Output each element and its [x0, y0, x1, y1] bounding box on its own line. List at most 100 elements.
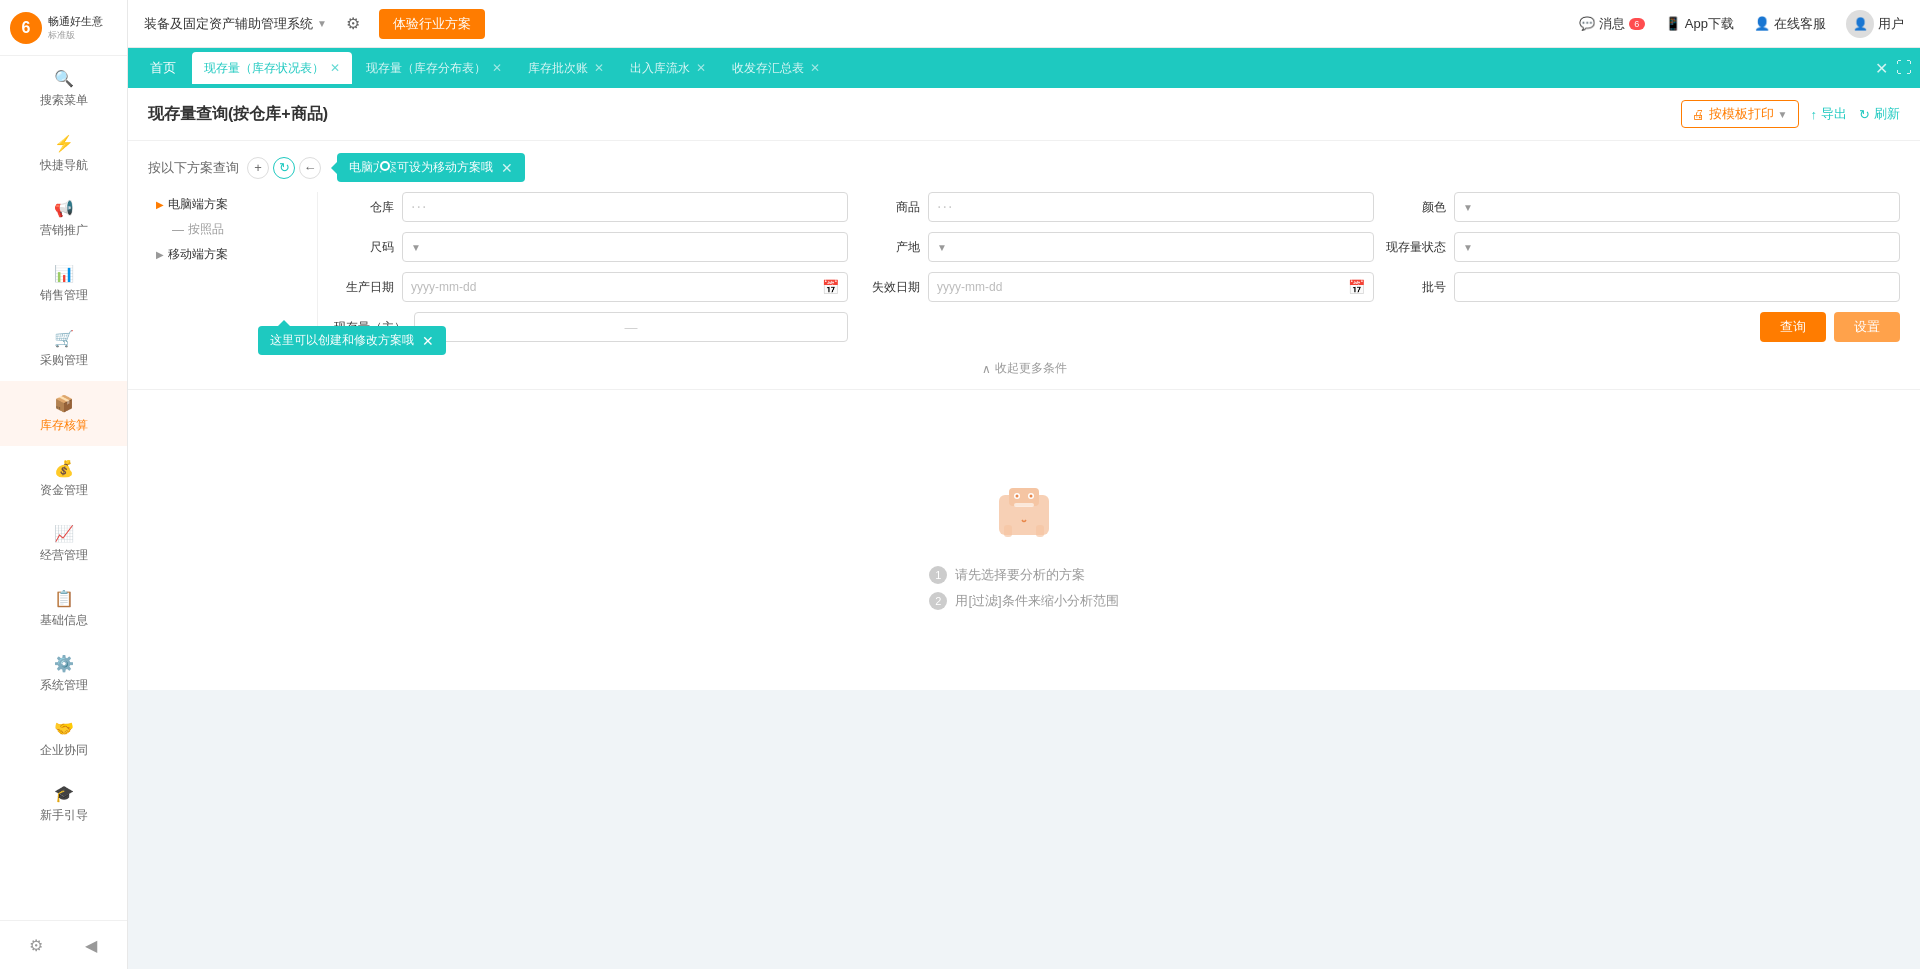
- experience-btn[interactable]: 体验行业方案: [379, 9, 485, 39]
- reset-btn[interactable]: 设置: [1834, 312, 1900, 342]
- sidebar-item-finance[interactable]: 💰 资金管理: [0, 446, 127, 511]
- stock-main-range: —: [414, 312, 848, 342]
- produce-date-input[interactable]: yyyy-mm-dd 📅: [402, 272, 848, 302]
- empty-illustration: [984, 470, 1064, 550]
- message-badge: 6: [1629, 18, 1645, 30]
- sidebar-collapse-icon[interactable]: ◀: [79, 933, 103, 957]
- tab-maximize-icon[interactable]: ✕: [1875, 59, 1888, 78]
- filter-stock-status: 现存量状态 ▼: [1386, 232, 1900, 262]
- user-action[interactable]: 👤 用户: [1846, 10, 1904, 38]
- filter-produce-date: 生产日期 yyyy-mm-dd 📅: [334, 272, 848, 302]
- filter-warehouse: 仓库 ···: [334, 192, 848, 222]
- sidebar-item-marketing[interactable]: 📢 营销推广: [0, 186, 127, 251]
- tab-home[interactable]: 首页: [136, 52, 190, 84]
- guide-icon: 🎓: [54, 783, 74, 803]
- refresh-icon: ↻: [1859, 107, 1870, 122]
- expand-icon: ▶: [156, 199, 164, 210]
- scheme-item-desktop[interactable]: ▶ 电脑端方案: [148, 192, 309, 217]
- management-icon: 📈: [54, 523, 74, 543]
- finance-icon: 💰: [54, 458, 74, 478]
- warehouse-select[interactable]: ···: [402, 192, 848, 222]
- svg-rect-6: [1014, 503, 1034, 507]
- batch-input[interactable]: [1454, 272, 1900, 302]
- origin-select[interactable]: ▼: [928, 232, 1374, 262]
- sidebar-item-system[interactable]: ⚙️ 系统管理: [0, 641, 127, 706]
- size-select[interactable]: ▼: [402, 232, 848, 262]
- filter-batch: 批号: [1386, 272, 1900, 302]
- tab-batch[interactable]: 库存批次账 ✕: [516, 52, 616, 84]
- tooltip2-close-icon[interactable]: ✕: [422, 333, 434, 349]
- main-area: 装备及固定资产辅助管理系统 ▼ ⚙ 体验行业方案 💬 消息 6 📱 App下载 …: [128, 0, 1920, 969]
- sidebar-item-guide[interactable]: 🎓 新手引导: [0, 771, 127, 836]
- expire-date-input[interactable]: yyyy-mm-dd 📅: [928, 272, 1374, 302]
- stock-main-max[interactable]: [642, 320, 840, 334]
- logo-icon: 6: [10, 12, 42, 44]
- sidebar-item-basic[interactable]: 📋 基础信息: [0, 576, 127, 641]
- sub-dash: —: [172, 223, 184, 237]
- purchase-icon: 🛒: [54, 328, 74, 348]
- system-dropdown[interactable]: 装备及固定资产辅助管理系统 ▼: [144, 15, 327, 33]
- filter-row-3: 生产日期 yyyy-mm-dd 📅 失效日期 yyyy-mm-dd: [334, 272, 1900, 302]
- message-action[interactable]: 💬 消息 6: [1579, 15, 1645, 33]
- tab-close-batch[interactable]: ✕: [594, 61, 604, 75]
- sidebar-item-quicknav[interactable]: ⚡ 快捷导航: [0, 121, 127, 186]
- tab-inout[interactable]: 出入库流水 ✕: [618, 52, 718, 84]
- tab-bar-actions: ✕ ⛶: [1875, 59, 1912, 78]
- tip-num-2: 2: [929, 592, 947, 610]
- sales-icon: 📊: [54, 263, 74, 283]
- sidebar-item-purchase[interactable]: 🛒 采购管理: [0, 316, 127, 381]
- tab-summary[interactable]: 收发存汇总表 ✕: [720, 52, 832, 84]
- avatar: 👤: [1846, 10, 1874, 38]
- collapse-btn[interactable]: ∧ 收起更多条件: [148, 360, 1900, 377]
- sidebar-item-inventory[interactable]: 📦 库存核算: [0, 381, 127, 446]
- collapse-up-icon: ∧: [982, 362, 991, 376]
- template-dropdown-icon: ▼: [1778, 109, 1788, 120]
- search-btn[interactable]: 查询: [1760, 312, 1826, 342]
- stock-main-min[interactable]: [423, 320, 621, 334]
- sidebar-item-enterprise[interactable]: 🤝 企业协同: [0, 706, 127, 771]
- filter-row-4: 现存量（主） — 查询 设置: [334, 312, 1900, 342]
- app-download-action[interactable]: 📱 App下载: [1665, 15, 1734, 33]
- sidebar: 6 畅通好生意 标准版 🔍 搜索菜单 ⚡ 快捷导航 📢 营销推广 📊 销售管理 …: [0, 0, 128, 969]
- filter-add-btn[interactable]: +: [247, 157, 269, 179]
- header-settings-icon[interactable]: ⚙: [339, 10, 367, 38]
- tab-close-inout[interactable]: ✕: [696, 61, 706, 75]
- stock-status-dropdown-icon: ▼: [1463, 242, 1473, 253]
- tab-close-inventory-dist[interactable]: ✕: [492, 61, 502, 75]
- sidebar-item-sales[interactable]: 📊 销售管理: [0, 251, 127, 316]
- chevron-down-icon: ▼: [317, 18, 327, 29]
- sidebar-item-management[interactable]: 📈 经营管理: [0, 511, 127, 576]
- filter-size: 尺码 ▼: [334, 232, 848, 262]
- search-menu-icon: 🔍: [54, 68, 74, 88]
- empty-tip-1: 1 请先选择要分析的方案: [929, 566, 1118, 584]
- template-print-btn[interactable]: 🖨 按模板打印 ▼: [1681, 100, 1799, 128]
- content-area: 现存量查询(按仓库+商品) 🖨 按模板打印 ▼ ↑ 导出 ↻ 刷新: [128, 88, 1920, 969]
- product-select[interactable]: ···: [928, 192, 1374, 222]
- system-icon: ⚙️: [54, 653, 74, 673]
- svg-point-4: [1016, 495, 1019, 498]
- scheme-item-mobile[interactable]: ▶ 移动端方案: [148, 242, 309, 267]
- marketing-icon: 📢: [54, 198, 74, 218]
- tooltip1-close-icon[interactable]: ✕: [501, 160, 513, 176]
- tab-fullscreen-icon[interactable]: ⛶: [1896, 59, 1912, 77]
- tab-inventory-dist[interactable]: 现存量（库存分布表） ✕: [354, 52, 514, 84]
- batch-label: 批号: [1386, 279, 1446, 296]
- sidebar-item-search[interactable]: 🔍 搜索菜单: [0, 56, 127, 121]
- tooltip-scheme-mobile: 电脑方案可设为移动方案哦 ✕: [337, 153, 525, 182]
- svg-point-5: [1030, 495, 1033, 498]
- scheme-sub-item[interactable]: — 按照品: [148, 217, 309, 242]
- online-service-action[interactable]: 👤 在线客服: [1754, 15, 1826, 33]
- sidebar-settings-icon[interactable]: ⚙: [24, 933, 48, 957]
- export-btn[interactable]: ↑ 导出: [1811, 105, 1848, 123]
- logo-text: 畅通好生意 标准版: [48, 14, 103, 42]
- tab-close-summary[interactable]: ✕: [810, 61, 820, 75]
- filter-refresh-btn[interactable]: ↻: [273, 157, 295, 179]
- filter-back-btn[interactable]: ←: [299, 157, 321, 179]
- system-title: 装备及固定资产辅助管理系统: [144, 15, 313, 33]
- refresh-btn[interactable]: ↻ 刷新: [1859, 105, 1900, 123]
- tab-close-inventory-status[interactable]: ✕: [330, 61, 340, 75]
- tab-inventory-status[interactable]: 现存量（库存状况表） ✕: [192, 52, 352, 84]
- expire-date-label: 失效日期: [860, 279, 920, 296]
- stock-status-select[interactable]: ▼: [1454, 232, 1900, 262]
- color-select[interactable]: ▼: [1454, 192, 1900, 222]
